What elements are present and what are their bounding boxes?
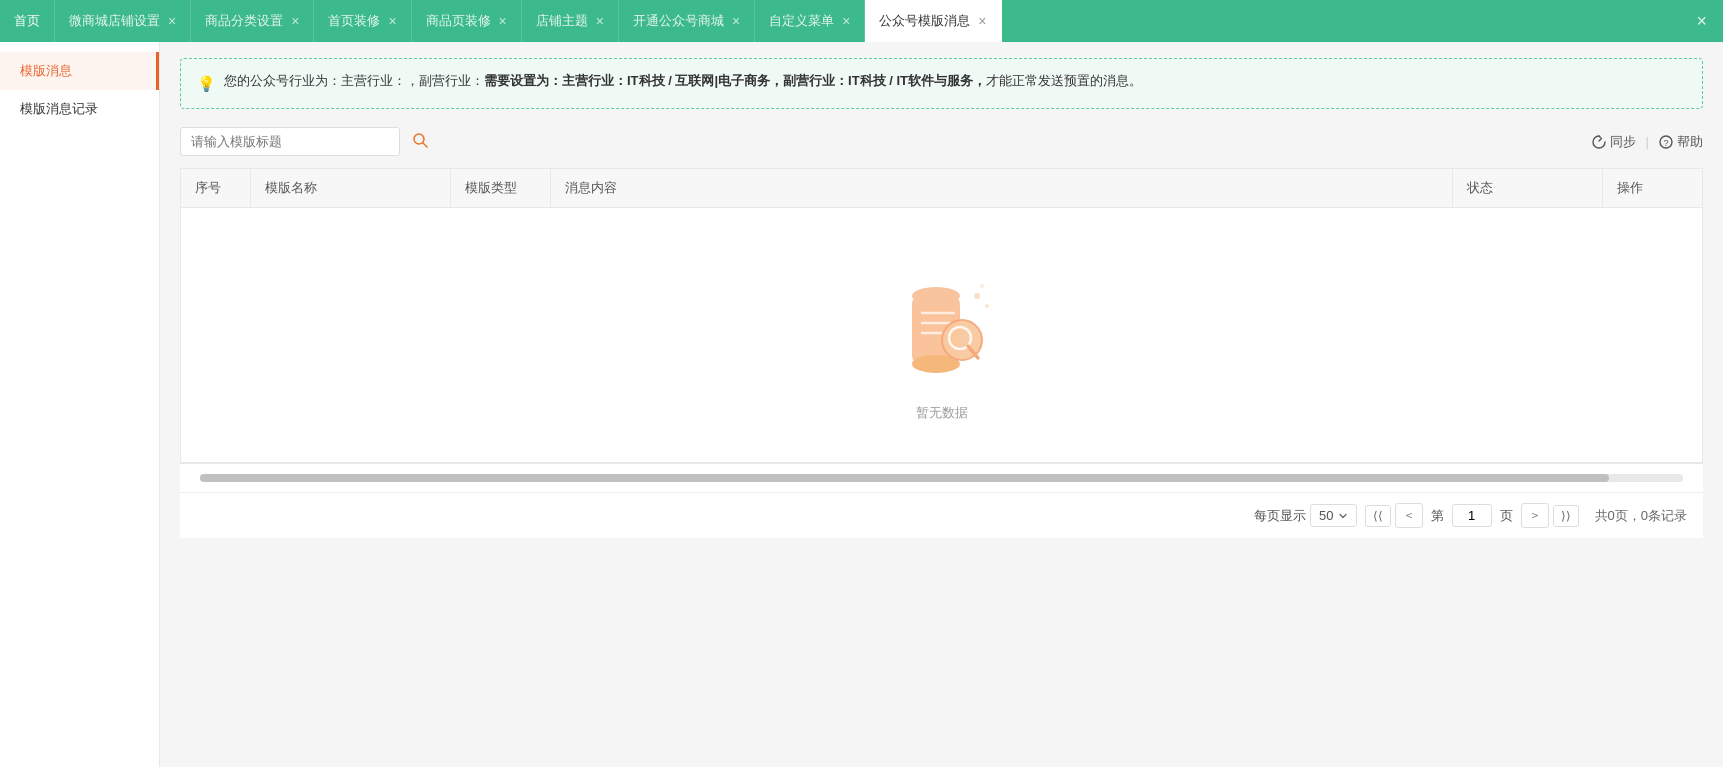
empty-state: 暂无数据 (181, 208, 1702, 462)
sidebar-item-template-msg[interactable]: 模版消息 (0, 52, 159, 90)
svg-point-16 (980, 284, 984, 288)
nav-close-theme[interactable]: × (596, 13, 604, 29)
nav-tab-homepage-label: 首页装修 (328, 12, 380, 30)
nav-tab-weshop-label: 微商城店铺设置 (69, 12, 160, 30)
nav-close-category[interactable]: × (291, 13, 299, 29)
main-layout: 模版消息 模版消息记录 💡 您的公众号行业为：主营行业：，副营行业：需要设置为：… (0, 42, 1723, 767)
nav-tab-template-label: 公众号模版消息 (879, 12, 970, 30)
nav-close-menu[interactable]: × (842, 13, 850, 29)
page-total: 共0页，0条记录 (1595, 507, 1687, 525)
svg-text:?: ? (1663, 138, 1668, 148)
sync-label: 同步 (1610, 133, 1636, 151)
svg-point-15 (985, 304, 989, 308)
home-tab-label: 首页 (14, 12, 40, 30)
divider: | (1646, 134, 1649, 149)
table-wrapper: 序号 模版名称 模版类型 消息内容 状态 (180, 168, 1703, 538)
notice-icon: 💡 (197, 72, 216, 96)
th-status: 状态 (1453, 169, 1603, 208)
nav-tab-theme-label: 店铺主题 (536, 12, 588, 30)
notice-text: 您的公众号行业为：主营行业：，副营行业：需要设置为：主营行业：IT科技 / 互联… (224, 71, 1142, 92)
scrollbar-thumb[interactable] (200, 474, 1609, 482)
nav-tab-category-label: 商品分类设置 (205, 12, 283, 30)
search-left (180, 127, 432, 156)
sidebar-item-template-msg-label: 模版消息 (20, 63, 72, 78)
refresh-icon (1592, 135, 1606, 149)
th-content: 消息内容 (551, 169, 1453, 208)
help-icon: ? (1659, 135, 1673, 149)
page-input[interactable] (1452, 504, 1492, 527)
last-page-button[interactable]: ⟩⟩ (1553, 505, 1579, 527)
scrollbar-track[interactable] (200, 474, 1683, 482)
nav-close-template[interactable]: × (978, 13, 986, 29)
nav-close-mall[interactable]: × (732, 13, 740, 29)
page-size-select: 每页显示 50 (1254, 504, 1356, 527)
th-type: 模版类型 (451, 169, 551, 208)
nav-tab-product-label: 商品页装修 (426, 12, 491, 30)
search-icon (412, 132, 428, 148)
nav-tab-category[interactable]: 商品分类设置 × (191, 0, 314, 42)
help-button[interactable]: ? 帮助 (1659, 133, 1703, 151)
nav-close-weshop[interactable]: × (168, 13, 176, 29)
svg-point-6 (912, 287, 960, 305)
nav-close-product[interactable]: × (499, 13, 507, 29)
chevron-down-icon (1338, 511, 1348, 521)
next-page-button[interactable]: ＞ (1521, 503, 1549, 528)
top-navigation: 首页 微商城店铺设置 × 商品分类设置 × 首页装修 × 商品页装修 × 店铺主… (0, 0, 1723, 42)
th-seq: 序号 (181, 169, 251, 208)
table-header-row: 序号 模版名称 模版类型 消息内容 状态 (181, 169, 1703, 208)
th-name: 模版名称 (251, 169, 451, 208)
nav-tab-mall[interactable]: 开通公众号商城 × (619, 0, 755, 42)
nav-tab-homepage[interactable]: 首页装修 × (314, 0, 411, 42)
sidebar-item-template-record-label: 模版消息记录 (20, 101, 98, 116)
svg-point-14 (974, 293, 980, 299)
nav-tab-home[interactable]: 首页 (0, 0, 55, 42)
nav-close-homepage[interactable]: × (388, 13, 396, 29)
search-button[interactable] (408, 128, 432, 156)
page-size-value: 50 (1319, 508, 1333, 523)
search-bar: 同步 | ? 帮助 (180, 127, 1703, 156)
pagination: 每页显示 50 ⟨⟨ ＜ 第 页 ＞ ⟩⟩ (180, 492, 1703, 538)
nav-tab-mall-label: 开通公众号商城 (633, 12, 724, 30)
search-right: 同步 | ? 帮助 (1592, 133, 1703, 151)
prev-page-button[interactable]: ＜ (1395, 503, 1423, 528)
scrollbar-area (180, 463, 1703, 492)
page-suffix-label: 页 (1500, 507, 1513, 525)
global-close-button[interactable]: × (1680, 11, 1723, 32)
content-area: 💡 您的公众号行业为：主营行业：，副营行业：需要设置为：主营行业：IT科技 / … (160, 42, 1723, 767)
nav-tab-product[interactable]: 商品页装修 × (412, 0, 522, 42)
search-input[interactable] (180, 127, 400, 156)
svg-line-1 (423, 143, 427, 147)
first-page-button[interactable]: ⟨⟨ (1365, 505, 1391, 527)
table-empty-row: 暂无数据 (181, 208, 1703, 463)
sidebar-item-template-record[interactable]: 模版消息记录 (0, 90, 159, 128)
nav-tab-weshop[interactable]: 微商城店铺设置 × (55, 0, 191, 42)
page-size-dropdown[interactable]: 50 (1310, 504, 1356, 527)
th-action: 操作 (1603, 169, 1703, 208)
sidebar: 模版消息 模版消息记录 (0, 42, 160, 767)
page-size-label: 每页显示 (1254, 507, 1306, 525)
notice-box: 💡 您的公众号行业为：主营行业：，副营行业：需要设置为：主营行业：IT科技 / … (180, 58, 1703, 109)
nav-tab-template[interactable]: 公众号模版消息 × (865, 0, 1001, 42)
nav-tab-theme[interactable]: 店铺主题 × (522, 0, 619, 42)
data-table: 序号 模版名称 模版类型 消息内容 状态 (180, 168, 1703, 463)
nav-tab-menu[interactable]: 自定义菜单 × (755, 0, 865, 42)
nav-tab-menu-label: 自定义菜单 (769, 12, 834, 30)
empty-text: 暂无数据 (201, 404, 1682, 422)
page-prefix-label: 第 (1431, 507, 1444, 525)
sync-button[interactable]: 同步 (1592, 133, 1636, 151)
empty-illustration (882, 268, 1002, 388)
page-navigation: ⟨⟨ ＜ 第 页 ＞ ⟩⟩ (1365, 503, 1579, 528)
help-label: 帮助 (1677, 133, 1703, 151)
